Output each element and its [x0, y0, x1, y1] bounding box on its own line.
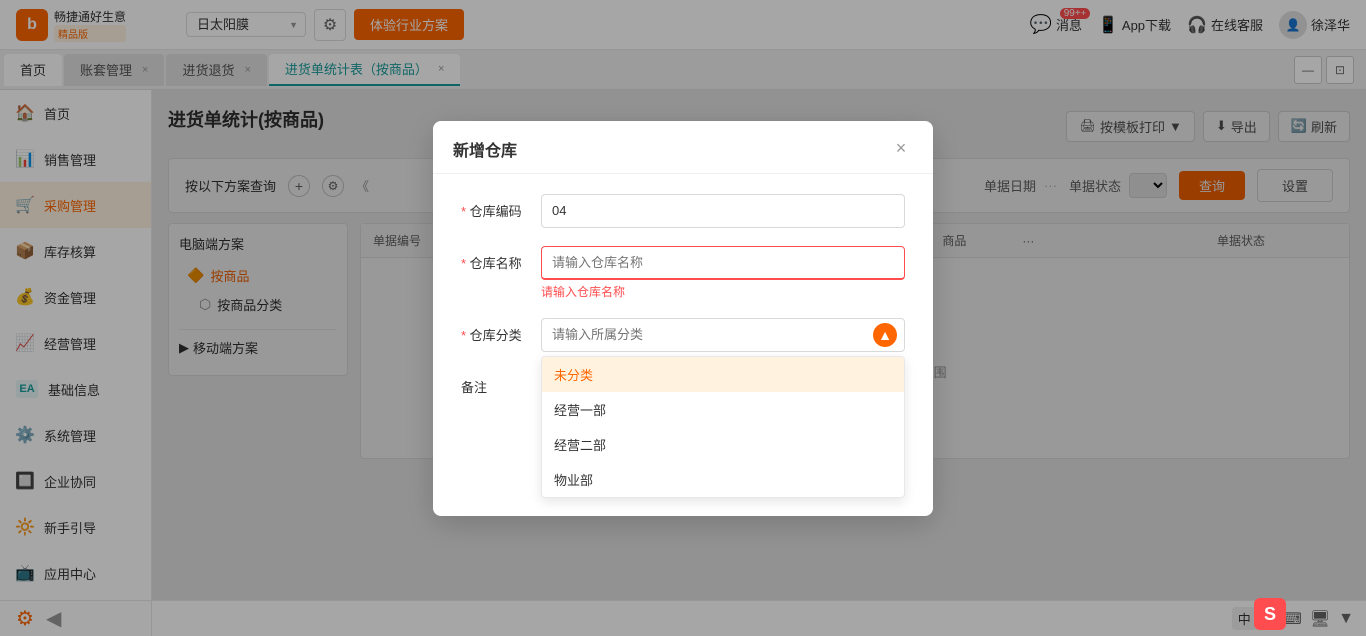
warehouse-category-label: 仓库分类: [461, 318, 541, 344]
category-dropdown-list: 未分类 经营一部 经营二部 物业部: [541, 356, 905, 498]
dropdown-item-dept3[interactable]: 物业部: [542, 462, 904, 497]
dialog-header: 新增仓库 ×: [433, 121, 933, 174]
warehouse-name-label: 仓库名称: [461, 246, 541, 272]
s-logo-area: S: [1254, 598, 1286, 630]
warehouse-name-row: 仓库名称 请输入仓库名称: [461, 246, 905, 300]
dropdown-item-dept2[interactable]: 经营二部: [542, 427, 904, 462]
dialog-close-button[interactable]: ×: [889, 137, 913, 161]
warehouse-remark-label: 备注: [461, 370, 541, 396]
dialog-title: 新增仓库: [453, 137, 517, 161]
warehouse-name-error: 请输入仓库名称: [541, 283, 905, 300]
warehouse-category-input[interactable]: [541, 318, 905, 352]
warehouse-name-input[interactable]: [541, 246, 905, 280]
dropdown-item-uncategorized[interactable]: 未分类: [542, 357, 904, 392]
modal-overlay: 新增仓库 × 仓库编码 仓库名称 请输入仓库名称 仓库分类: [0, 0, 1366, 636]
warehouse-code-input[interactable]: [541, 194, 905, 228]
category-dropdown-toggle[interactable]: ▲: [873, 323, 897, 347]
warehouse-name-field: 请输入仓库名称: [541, 246, 905, 300]
warehouse-category-row: 仓库分类 ▲ 未分类 经营一部 经营二部 物业部: [461, 318, 905, 352]
warehouse-category-field: ▲ 未分类 经营一部 经营二部 物业部: [541, 318, 905, 352]
s-logo: S: [1254, 598, 1286, 630]
warehouse-code-field: [541, 194, 905, 228]
warehouse-code-label: 仓库编码: [461, 194, 541, 220]
dialog-body: 仓库编码 仓库名称 请输入仓库名称 仓库分类 ▲: [433, 174, 933, 465]
dropdown-item-dept1[interactable]: 经营一部: [542, 392, 904, 427]
new-warehouse-dialog: 新增仓库 × 仓库编码 仓库名称 请输入仓库名称 仓库分类: [433, 121, 933, 516]
warehouse-code-row: 仓库编码: [461, 194, 905, 228]
